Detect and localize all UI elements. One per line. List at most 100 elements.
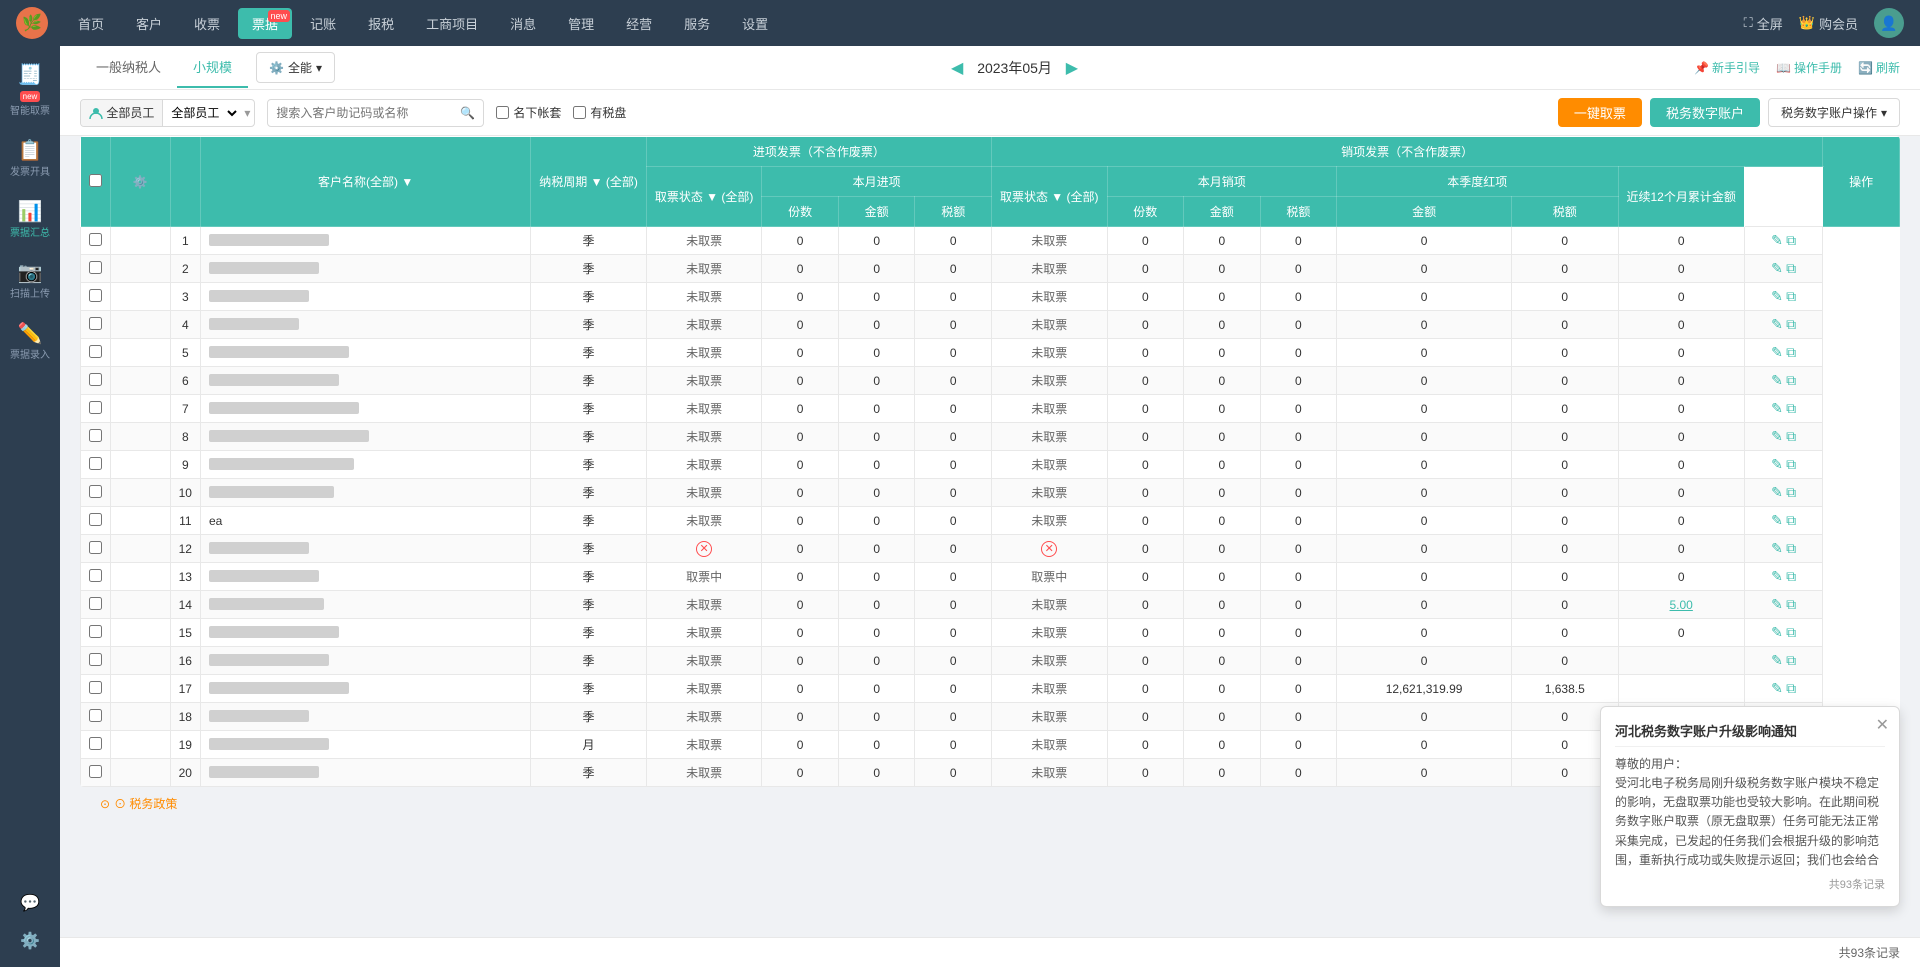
tab-small-scale[interactable]: 小规模	[177, 47, 248, 88]
row-checkbox[interactable]	[89, 429, 102, 442]
edit-icon[interactable]: ✎	[1771, 540, 1783, 556]
popup-close-btn[interactable]: ✕	[1876, 715, 1889, 735]
row-checkbox[interactable]	[89, 737, 102, 750]
sidebar-item-invoice-summary[interactable]: 📊 票据汇总	[4, 191, 56, 248]
edit-icon[interactable]: ✎	[1771, 512, 1783, 528]
nav-invoice[interactable]: 票据 new	[238, 8, 292, 39]
copy-icon[interactable]: ⧉	[1786, 512, 1796, 528]
edit-icon[interactable]: ✎	[1771, 596, 1783, 612]
copy-icon[interactable]: ⧉	[1786, 456, 1796, 472]
refresh-btn[interactable]: 🔄 刷新	[1858, 59, 1900, 76]
th-tax-period[interactable]: 纳税周期 ▼ (全部)	[531, 137, 647, 227]
copy-icon[interactable]: ⧉	[1786, 652, 1796, 668]
copy-icon[interactable]: ⧉	[1786, 232, 1796, 248]
nav-home[interactable]: 首页	[64, 8, 118, 39]
copy-icon[interactable]: ⧉	[1786, 484, 1796, 500]
edit-icon[interactable]: ✎	[1771, 484, 1783, 500]
row-checkbox[interactable]	[89, 485, 102, 498]
avatar[interactable]: 👤	[1874, 8, 1904, 38]
nav-customer[interactable]: 客户	[122, 8, 176, 39]
sidebar-item-bottom2[interactable]: ⚙️	[10, 927, 50, 957]
nav-operation[interactable]: 经营	[612, 8, 666, 39]
member-btn[interactable]: 👑 购会员	[1799, 14, 1858, 33]
nav-settings[interactable]: 设置	[728, 8, 782, 39]
nav-service[interactable]: 服务	[670, 8, 724, 39]
row-checkbox[interactable]	[89, 317, 102, 330]
edit-icon[interactable]: ✎	[1771, 344, 1783, 360]
nav-manage[interactable]: 管理	[554, 8, 608, 39]
edit-icon[interactable]: ✎	[1771, 316, 1783, 332]
row-checkbox[interactable]	[89, 233, 102, 246]
copy-icon[interactable]: ⧉	[1786, 260, 1796, 276]
nav-message[interactable]: 消息	[496, 8, 550, 39]
copy-icon[interactable]: ⧉	[1786, 372, 1796, 388]
search-icon[interactable]: 🔍	[460, 106, 475, 120]
account-checkbox[interactable]	[496, 106, 509, 119]
sidebar-item-invoice-open[interactable]: 📋 发票开具	[4, 130, 56, 187]
row-checkbox[interactable]	[89, 625, 102, 638]
copy-icon[interactable]: ⧉	[1786, 596, 1796, 612]
row-checkbox[interactable]	[89, 765, 102, 778]
edit-icon[interactable]: ✎	[1771, 428, 1783, 444]
th-in-status[interactable]: 取票状态 ▼ (全部)	[646, 167, 762, 227]
copy-icon[interactable]: ⧉	[1786, 680, 1796, 696]
th-out-status[interactable]: 取票状态 ▼ (全部)	[991, 167, 1107, 227]
copy-icon[interactable]: ⧉	[1786, 400, 1796, 416]
edit-icon[interactable]: ✎	[1771, 680, 1783, 696]
search-input[interactable]	[276, 106, 456, 120]
copy-icon[interactable]: ⧉	[1786, 568, 1796, 584]
edit-icon[interactable]: ✎	[1771, 400, 1783, 416]
copy-icon[interactable]: ⧉	[1786, 316, 1796, 332]
nav-bookkeeping[interactable]: 记账	[296, 8, 350, 39]
edit-icon[interactable]: ✎	[1771, 232, 1783, 248]
cumulative-link[interactable]: 5.00	[1670, 598, 1693, 612]
employee-select-input[interactable]: 全部员工	[163, 100, 240, 126]
row-checkbox[interactable]	[89, 513, 102, 526]
copy-icon[interactable]: ⧉	[1786, 344, 1796, 360]
edit-icon[interactable]: ✎	[1771, 568, 1783, 584]
edit-icon[interactable]: ✎	[1771, 624, 1783, 640]
row-checkbox[interactable]	[89, 345, 102, 358]
row-checkbox[interactable]	[89, 401, 102, 414]
copy-icon[interactable]: ⧉	[1786, 540, 1796, 556]
row-checkbox[interactable]	[89, 541, 102, 554]
copy-icon[interactable]: ⧉	[1786, 428, 1796, 444]
fullscreen-btn[interactable]: ⛶ 全屏	[1744, 14, 1783, 33]
sidebar-item-scan-upload[interactable]: 📷 扫描上传	[4, 252, 56, 309]
select-all-checkbox[interactable]	[89, 174, 102, 187]
sidebar-item-smart-fetch[interactable]: 🧾 new 智能取票	[4, 54, 56, 126]
prev-period-btn[interactable]: ◀	[945, 56, 969, 80]
th-client-name[interactable]: 客户名称(全部) ▼	[200, 137, 530, 227]
row-checkbox[interactable]	[89, 597, 102, 610]
tax-disk-checkbox[interactable]	[573, 106, 586, 119]
nav-tax[interactable]: 报税	[354, 8, 408, 39]
row-checkbox[interactable]	[89, 373, 102, 386]
row-checkbox[interactable]	[89, 569, 102, 582]
employee-selector[interactable]: 全部员工 全部员工 ▾	[80, 99, 255, 127]
manual-btn[interactable]: 📖 操作手册	[1776, 59, 1842, 76]
account-checkbox-label[interactable]: 名下帐套	[496, 104, 561, 121]
copy-icon[interactable]: ⧉	[1786, 624, 1796, 640]
row-checkbox[interactable]	[89, 653, 102, 666]
edit-icon[interactable]: ✎	[1771, 456, 1783, 472]
new-guide-btn[interactable]: 📌 新手引导	[1694, 59, 1760, 76]
row-checkbox[interactable]	[89, 289, 102, 302]
tab-all-capable[interactable]: ⚙️ 全能 ▾	[256, 52, 335, 83]
row-checkbox[interactable]	[89, 261, 102, 274]
row-checkbox[interactable]	[89, 709, 102, 722]
row-checkbox[interactable]	[89, 457, 102, 470]
sidebar-item-bottom1[interactable]: 💬	[10, 889, 50, 919]
nav-receive[interactable]: 收票	[180, 8, 234, 39]
edit-icon[interactable]: ✎	[1771, 652, 1783, 668]
row-checkbox[interactable]	[89, 681, 102, 694]
sidebar-item-invoice-entry[interactable]: ✏️ 票据录入	[4, 313, 56, 370]
edit-icon[interactable]: ✎	[1771, 372, 1783, 388]
tab-general-taxpayer[interactable]: 一般纳税人	[80, 47, 177, 88]
nav-business[interactable]: 工商项目	[412, 8, 492, 39]
next-period-btn[interactable]: ▶	[1060, 56, 1084, 80]
copy-icon[interactable]: ⧉	[1786, 288, 1796, 304]
digital-account-btn[interactable]: 税务数字账户	[1650, 98, 1760, 127]
tax-disk-checkbox-label[interactable]: 有税盘	[573, 104, 626, 121]
edit-icon[interactable]: ✎	[1771, 288, 1783, 304]
edit-icon[interactable]: ✎	[1771, 260, 1783, 276]
